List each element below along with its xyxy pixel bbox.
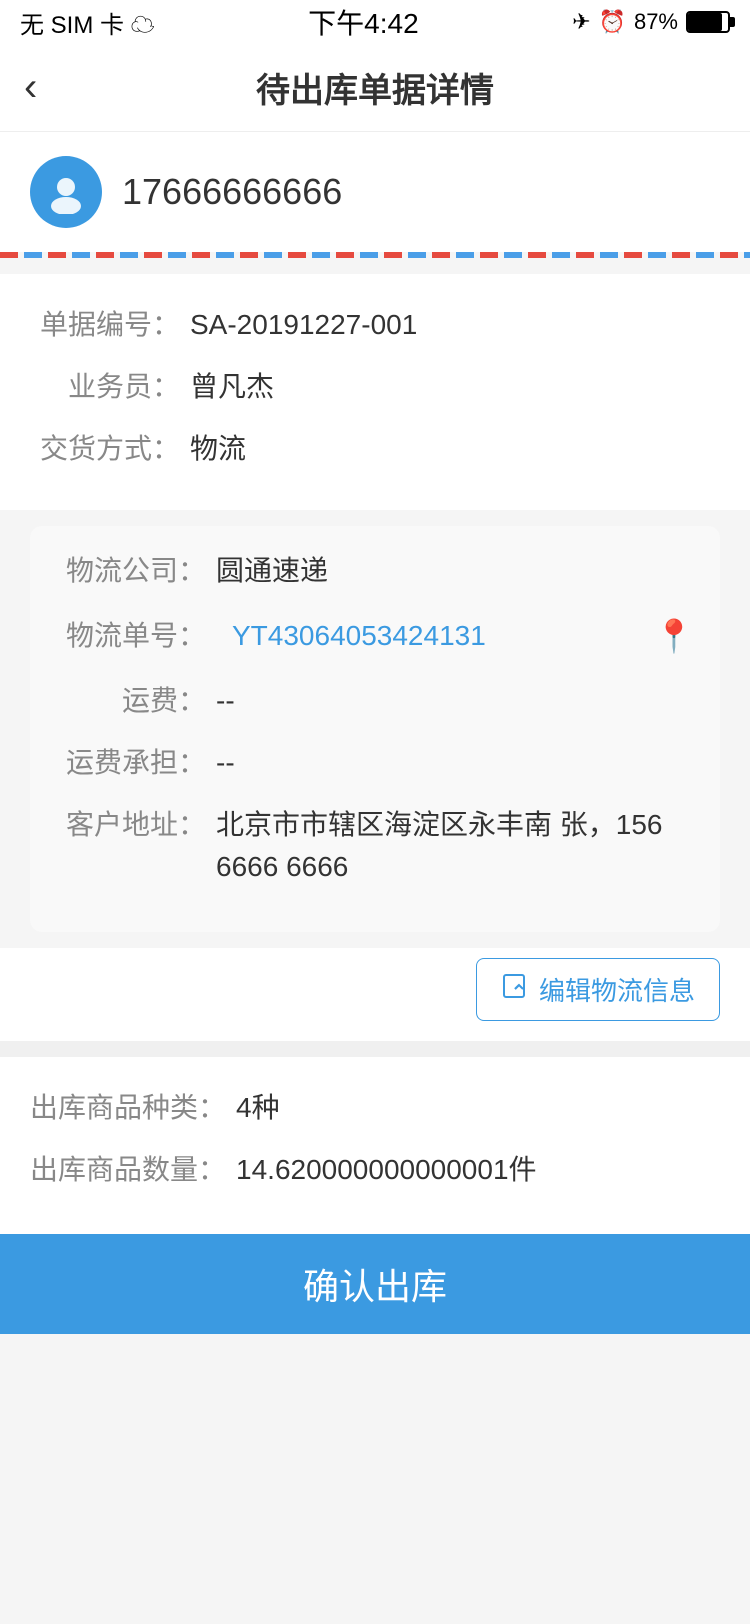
order-no-value: SA-20191227-001: [190, 304, 720, 346]
confirm-button-label: 确认出库: [303, 1258, 447, 1310]
status-right: ✈ ⏰ 87%: [572, 9, 730, 35]
battery-level: 87%: [634, 9, 678, 35]
goods-types-row: 出库商品种类： 4种: [30, 1087, 720, 1129]
page-spacer: [0, 1324, 750, 1524]
goods-quantity-value: 14.620000000000001件: [236, 1149, 720, 1191]
freight-bearer-value: --: [216, 742, 694, 784]
logistics-company-row: 物流公司： 圆通速递: [56, 550, 694, 592]
tracking-no-row: 物流单号： YT43064053424131 📍: [56, 612, 694, 660]
sim-status: 无 SIM 卡 ☁: [20, 5, 155, 40]
decorative-border: [0, 252, 750, 258]
status-bar: 无 SIM 卡 ☁ 下午4:42 ✈ ⏰ 87%: [0, 0, 750, 44]
delivery-type-row: 交货方式： 物流: [30, 428, 720, 470]
address-label: 客户地址：: [56, 804, 216, 846]
edit-icon: [501, 972, 529, 1007]
delivery-type-label: 交货方式：: [30, 428, 190, 470]
goods-types-value: 4种: [236, 1087, 720, 1129]
logistics-company-label: 物流公司：: [56, 550, 216, 592]
address-row: 客户地址： 北京市市辖区海淀区永丰南 张，156 6666 6666: [56, 804, 694, 888]
address-value: 北京市市辖区海淀区永丰南 张，156 6666 6666: [216, 804, 694, 888]
order-no-label: 单据编号：: [30, 304, 190, 346]
order-no-row: 单据编号： SA-20191227-001: [30, 304, 720, 346]
edit-btn-row: 编辑物流信息: [0, 948, 750, 1041]
goods-section: 出库商品种类： 4种 出库商品数量： 14.620000000000001件: [0, 1057, 750, 1231]
goods-quantity-row: 出库商品数量： 14.620000000000001件: [30, 1149, 720, 1191]
location-icon[interactable]: 📍: [654, 612, 694, 660]
order-info-section: 单据编号： SA-20191227-001 业务员： 曾凡杰 交货方式： 物流: [0, 274, 750, 510]
customer-phone: 17666666666: [122, 171, 342, 213]
goods-quantity-label: 出库商品数量：: [30, 1149, 236, 1191]
salesman-row: 业务员： 曾凡杰: [30, 366, 720, 408]
status-time: 下午4:42: [308, 2, 419, 42]
salesman-label: 业务员：: [30, 366, 190, 408]
location-status-icon: ✈: [572, 9, 590, 35]
freight-bearer-label: 运费承担：: [56, 742, 216, 784]
delivery-type-value: 物流: [190, 428, 720, 470]
freight-value: --: [216, 680, 694, 722]
freight-row: 运费： --: [56, 680, 694, 722]
back-button[interactable]: ‹: [24, 65, 37, 110]
logistics-company-value: 圆通速递: [216, 550, 694, 592]
battery-icon: [686, 11, 730, 33]
customer-header: 17666666666: [0, 132, 750, 252]
goods-types-label: 出库商品种类：: [30, 1087, 236, 1129]
freight-label: 运费：: [56, 680, 216, 722]
alarm-icon: ⏰: [599, 9, 626, 35]
edit-logistics-label: 编辑物流信息: [539, 971, 695, 1008]
confirm-bar[interactable]: 确认出库: [0, 1234, 750, 1334]
salesman-value: 曾凡杰: [190, 366, 720, 408]
tracking-no-label: 物流单号：: [56, 615, 216, 657]
page-title: 待出库单据详情: [256, 63, 494, 112]
section-divider: [0, 1041, 750, 1057]
tracking-no-value: YT43064053424131: [232, 615, 638, 657]
nav-bar: ‹ 待出库单据详情: [0, 44, 750, 132]
edit-logistics-button[interactable]: 编辑物流信息: [476, 958, 720, 1021]
freight-bearer-row: 运费承担： --: [56, 742, 694, 784]
status-left: 无 SIM 卡 ☁: [20, 5, 155, 40]
avatar: [30, 156, 102, 228]
logistics-card: 物流公司： 圆通速递 物流单号： YT43064053424131 📍 运费： …: [30, 526, 720, 932]
